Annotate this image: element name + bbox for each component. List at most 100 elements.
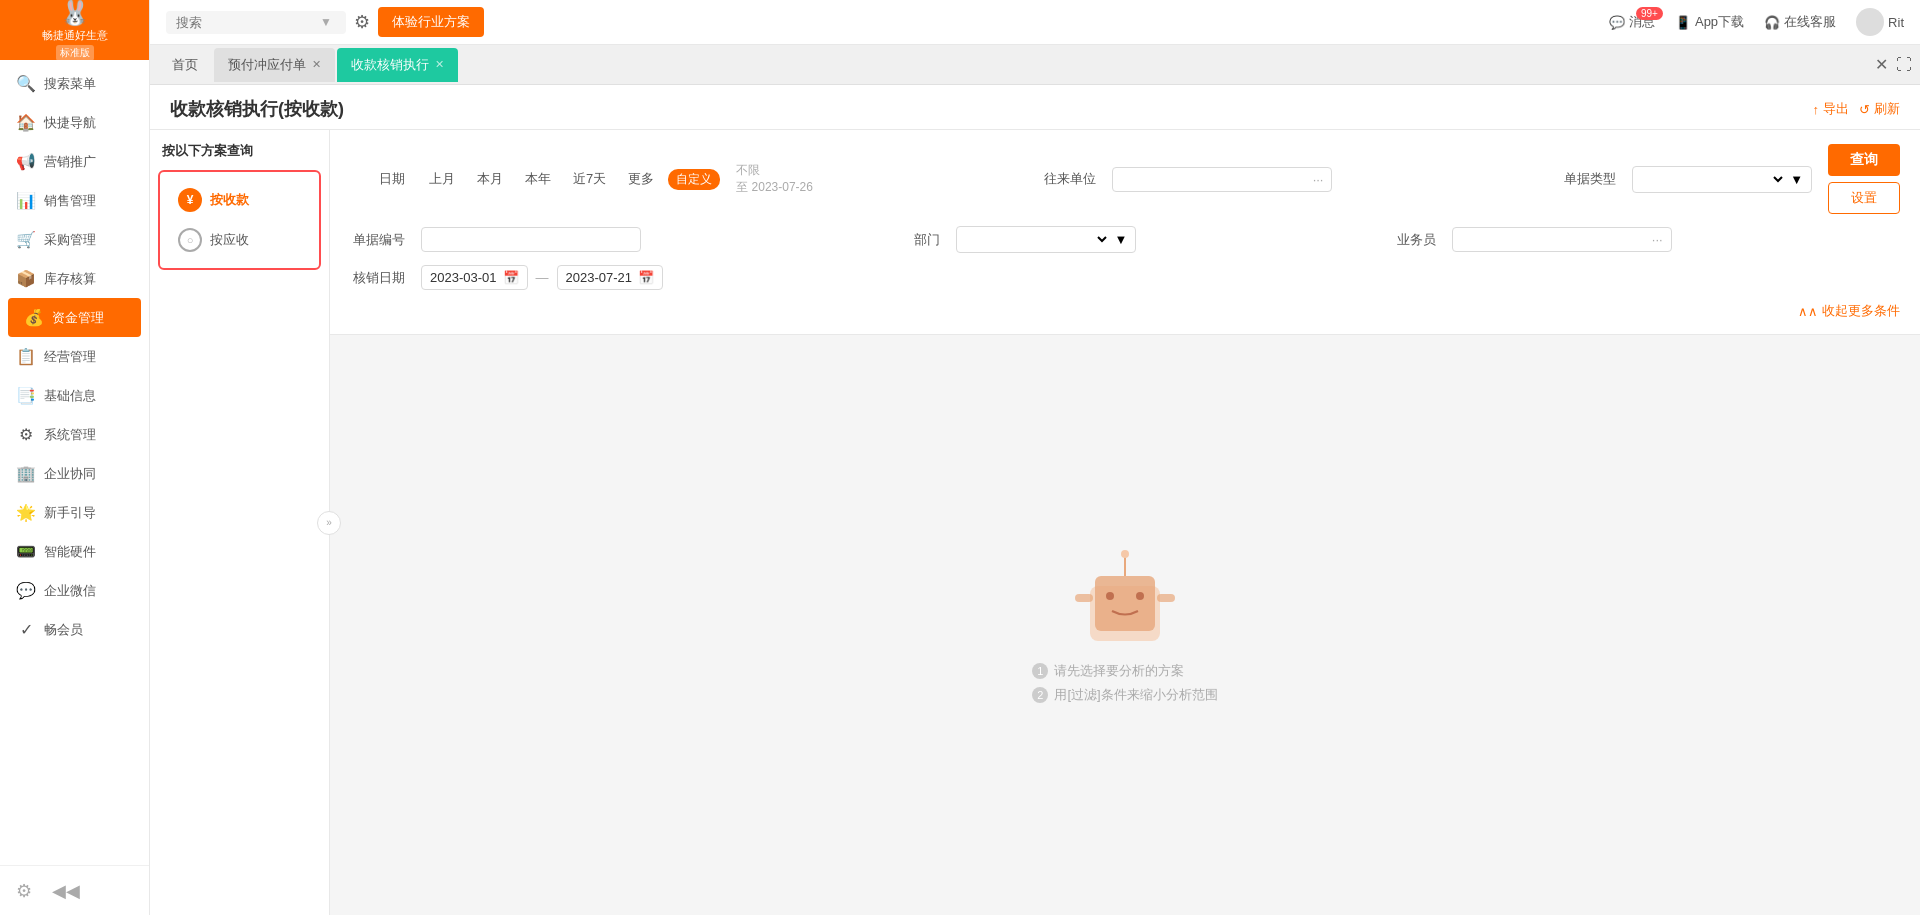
sidebar-item-vip[interactable]: ✓ 畅会员 xyxy=(0,610,149,649)
tab-maximize-icon[interactable]: ⛶ xyxy=(1896,56,1912,74)
sidebar-item-sales[interactable]: 📊 销售管理 xyxy=(0,181,149,220)
refresh-button[interactable]: ↺ 刷新 xyxy=(1859,100,1900,118)
staff-input-wrap[interactable]: ··· xyxy=(1452,227,1672,252)
username-label: Rit xyxy=(1888,15,1904,30)
staff-ellipsis-icon[interactable]: ··· xyxy=(1652,232,1663,247)
doc-type-label: 单据类型 xyxy=(1561,170,1616,188)
collapse-more-btn[interactable]: ∧∧ 收起更多条件 xyxy=(350,302,1900,320)
industry-solution-button[interactable]: 体验行业方案 xyxy=(378,7,484,37)
cooperation-icon: 🏢 xyxy=(16,464,36,483)
sidebar-nav: 🔍 搜索菜单 🏠 快捷导航 📢 营销推广 📊 销售管理 🛒 采购管理 📦 库存核… xyxy=(0,60,149,865)
message-icon: 💬 xyxy=(1609,15,1625,30)
sidebar-bottom: ⚙ ◀◀ xyxy=(0,865,149,915)
doc-type-select[interactable]: ▼ xyxy=(1632,166,1812,193)
settings-gear-icon[interactable]: ⚙ xyxy=(354,11,370,33)
counterpart-input[interactable] xyxy=(1121,172,1308,187)
counterpart-label: 往来单位 xyxy=(1041,170,1096,188)
sidebar-item-purchase[interactable]: 🛒 采购管理 xyxy=(0,220,149,259)
date-btn-custom[interactable]: 自定义 xyxy=(668,169,720,190)
select-chevron-icon: ▼ xyxy=(1790,172,1803,187)
sidebar-item-operations[interactable]: 📋 经营管理 xyxy=(0,337,149,376)
sidebar-item-label: 智能硬件 xyxy=(44,543,96,561)
tab-prepay-close-icon[interactable]: ✕ xyxy=(312,58,321,71)
hint-num-1: 1 xyxy=(1032,663,1048,679)
staff-input[interactable] xyxy=(1461,232,1648,247)
dept-select[interactable]: ▼ xyxy=(956,226,1136,253)
sidebar-item-finance[interactable]: 💰 资金管理 xyxy=(8,298,141,337)
query-button[interactable]: 查询 xyxy=(1828,144,1900,176)
export-icon: ↑ xyxy=(1813,102,1820,117)
calendar-start-icon[interactable]: 📅 xyxy=(503,270,519,285)
verify-start-date-value: 2023-03-01 xyxy=(430,270,497,285)
svg-point-5 xyxy=(1121,550,1129,558)
message-item[interactable]: 💬 消息 99+ xyxy=(1609,13,1655,31)
empty-hint-text-1: 请先选择要分析的方案 xyxy=(1054,662,1184,680)
sidebar-item-search-menu[interactable]: 🔍 搜索菜单 xyxy=(0,64,149,103)
dept-select-control[interactable] xyxy=(965,231,1110,248)
doc-number-input-wrap[interactable] xyxy=(421,227,641,252)
sidebar: 🐰 畅捷通好生意 标准版 🔍 搜索菜单 🏠 快捷导航 📢 营销推广 📊 销售管理… xyxy=(0,0,150,915)
svg-rect-1 xyxy=(1095,576,1155,631)
online-service-item[interactable]: 🎧 在线客服 xyxy=(1764,13,1836,31)
date-btn-this-month[interactable]: 本月 xyxy=(469,167,511,191)
left-panel-item-by-receipt[interactable]: ¥ 按收款 xyxy=(168,180,311,220)
tab-home[interactable]: 首页 xyxy=(158,48,212,82)
sidebar-item-marketing[interactable]: 📢 营销推广 xyxy=(0,142,149,181)
vip-icon: ✓ xyxy=(16,620,36,639)
basic-info-icon: 📑 xyxy=(16,386,36,405)
page-header: 收款核销执行(按收款) ↑ 导出 ↺ 刷新 xyxy=(150,85,1920,130)
page-header-actions: ↑ 导出 ↺ 刷新 xyxy=(1813,100,1901,118)
tab-receivable-label: 收款核销执行 xyxy=(351,56,429,74)
tab-prepay-offset[interactable]: 预付冲应付单 ✕ xyxy=(214,48,335,82)
app-download-item[interactable]: 📱 App下载 xyxy=(1675,13,1744,31)
sidebar-item-basic-info[interactable]: 📑 基础信息 xyxy=(0,376,149,415)
collapse-sidebar-icon[interactable]: ◀◀ xyxy=(52,880,80,902)
chevron-up-icon: ∧∧ xyxy=(1798,304,1818,319)
empty-hint-item-1: 1 请先选择要分析的方案 xyxy=(1032,662,1217,680)
sidebar-item-label: 销售管理 xyxy=(44,192,96,210)
tab-close-all-icon[interactable]: ✕ xyxy=(1875,55,1888,74)
svg-rect-6 xyxy=(1075,594,1093,602)
doc-type-select-control[interactable] xyxy=(1641,171,1786,188)
empty-hint-text-2: 用[过滤]条件来缩小分析范围 xyxy=(1054,686,1217,704)
inventory-icon: 📦 xyxy=(16,269,36,288)
counterpart-ellipsis-icon[interactable]: ··· xyxy=(1313,172,1324,187)
date-btn-more[interactable]: 更多 xyxy=(620,167,662,191)
topbar-left: ▼ ⚙ 体验行业方案 xyxy=(166,7,1597,37)
doc-number-input[interactable] xyxy=(430,232,632,247)
sidebar-item-beginner[interactable]: 🌟 新手引导 xyxy=(0,493,149,532)
verify-date-range: 2023-03-01 📅 — 2023-07-21 📅 xyxy=(421,265,663,290)
filter-settings-button[interactable]: 设置 xyxy=(1828,182,1900,214)
by-receipt-label: 按收款 xyxy=(210,191,249,209)
sidebar-item-label: 畅会员 xyxy=(44,621,83,639)
tab-receivable-offset[interactable]: 收款核销执行 ✕ xyxy=(337,48,458,82)
counterpart-input-wrap[interactable]: ··· xyxy=(1112,167,1332,192)
verify-date-end-input[interactable]: 2023-07-21 📅 xyxy=(557,265,664,290)
sidebar-item-cooperation[interactable]: 🏢 企业协同 xyxy=(0,454,149,493)
tab-receivable-close-icon[interactable]: ✕ xyxy=(435,58,444,71)
date-btn-this-year[interactable]: 本年 xyxy=(517,167,559,191)
right-panel: 日期 上月 本月 本年 近7天 更多 自定义 不限 至 2023-07-26 xyxy=(330,130,1920,915)
verify-date-start-input[interactable]: 2023-03-01 📅 xyxy=(421,265,528,290)
user-profile[interactable]: Rit xyxy=(1856,8,1904,36)
sidebar-item-smart-hw[interactable]: 📟 智能硬件 xyxy=(0,532,149,571)
topbar-search-area[interactable]: ▼ xyxy=(166,11,346,34)
empty-hint-item-2: 2 用[过滤]条件来缩小分析范围 xyxy=(1032,686,1217,704)
date-btn-7days[interactable]: 近7天 xyxy=(565,167,614,191)
collapse-left-panel-button[interactable]: » xyxy=(317,511,341,535)
sidebar-item-system[interactable]: ⚙ 系统管理 xyxy=(0,415,149,454)
date-btn-last-month[interactable]: 上月 xyxy=(421,167,463,191)
export-button[interactable]: ↑ 导出 xyxy=(1813,100,1850,118)
export-label: 导出 xyxy=(1823,100,1849,118)
calendar-end-icon[interactable]: 📅 xyxy=(638,270,654,285)
svg-point-3 xyxy=(1136,592,1144,600)
left-panel: 按以下方案查询 ¥ 按收款 ○ 按应收 » xyxy=(150,130,330,915)
sidebar-item-inventory[interactable]: 📦 库存核算 xyxy=(0,259,149,298)
sidebar-item-quick-nav[interactable]: 🏠 快捷导航 xyxy=(0,103,149,142)
mobile-icon: 📱 xyxy=(1675,15,1691,30)
left-panel-item-by-receivable[interactable]: ○ 按应收 xyxy=(168,220,311,260)
topbar-search-input[interactable] xyxy=(176,15,316,30)
sidebar-item-enterprise-wechat[interactable]: 💬 企业微信 xyxy=(0,571,149,610)
topbar: ▼ ⚙ 体验行业方案 💬 消息 99+ 📱 App下载 🎧 在线客服 Rit xyxy=(150,0,1920,45)
settings-bottom-icon[interactable]: ⚙ xyxy=(16,880,32,902)
